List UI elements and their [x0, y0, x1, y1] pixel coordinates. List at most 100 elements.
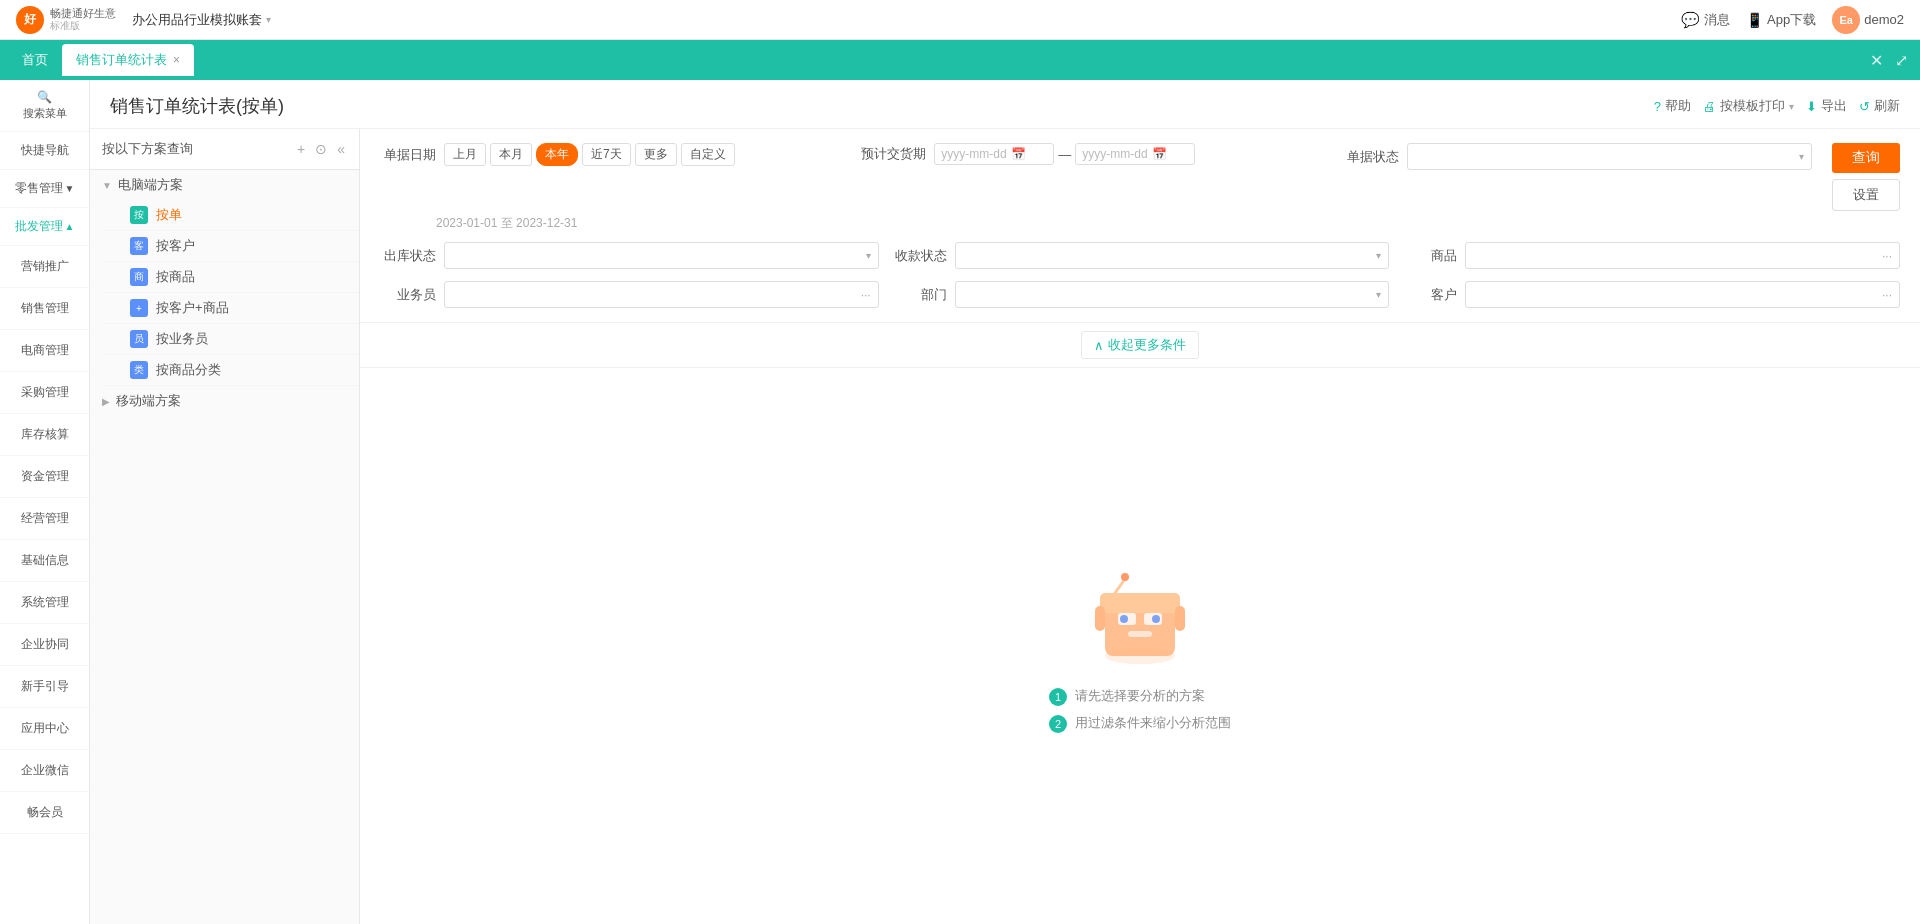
- date-more-btn[interactable]: 更多: [635, 143, 677, 166]
- svg-point-5: [1120, 615, 1128, 623]
- svg-rect-7: [1128, 631, 1152, 637]
- content-area: 销售订单统计表(按单) ? 帮助 🖨 按模板打印 ▾ ⬇ 导出 ↺ 刷新: [90, 80, 1920, 924]
- sidebar-item-appcenter[interactable]: 应用中心: [0, 708, 89, 750]
- sidebar-item-marketing[interactable]: 营销推广: [0, 246, 89, 288]
- customer-label: 客户: [1401, 286, 1457, 304]
- query-button[interactable]: 查询: [1832, 143, 1900, 173]
- main-layout: 🔍 搜索菜单 快捷导航 零售管理 ▼ 批发管理 ▲ 营销推广 销售管理 电商管理…: [0, 80, 1920, 924]
- logo-area: 好 畅捷通好生意 标准版: [16, 6, 116, 34]
- print-chevron-icon: ▾: [1789, 101, 1794, 112]
- filter-row-2: 出库状态 ▾ 收款状态: [380, 242, 1900, 269]
- sidebar-item-operations[interactable]: 经营管理: [0, 498, 89, 540]
- message-button[interactable]: 💬 消息: [1681, 11, 1730, 29]
- nav-window-actions: ✕ ⤢: [1866, 47, 1912, 74]
- settings-button[interactable]: 设置: [1832, 179, 1900, 211]
- selector-chevron-icon: ▾: [266, 14, 271, 25]
- goods-more-icon[interactable]: ···: [1882, 249, 1892, 263]
- wholesale-arrow-icon: ▲: [65, 221, 75, 232]
- sidebar-item-member[interactable]: 畅会员: [0, 792, 89, 834]
- svg-point-6: [1152, 615, 1160, 623]
- salesperson-more-icon[interactable]: ···: [861, 288, 871, 302]
- avatar: Ea: [1832, 6, 1860, 34]
- app-download-button[interactable]: 📱 App下载: [1746, 11, 1816, 29]
- window-close-button[interactable]: ✕: [1866, 47, 1887, 74]
- receipt-status-label: 收款状态: [891, 247, 947, 265]
- sidebar-item-system[interactable]: 系统管理: [0, 582, 89, 624]
- customer-more-icon[interactable]: ···: [1882, 288, 1892, 302]
- scheme-settings-button[interactable]: ⊙: [313, 139, 329, 159]
- sidebar-item-basic[interactable]: 基础信息: [0, 540, 89, 582]
- scheme-item-by-product[interactable]: 商 按商品: [102, 262, 359, 293]
- doc-status-select[interactable]: [1407, 143, 1812, 170]
- svg-rect-9: [1175, 606, 1185, 631]
- sidebar-item-finance[interactable]: 资金管理: [0, 456, 89, 498]
- sidebar-item-quick-nav[interactable]: 快捷导航: [0, 132, 89, 170]
- date-this-month-btn[interactable]: 本月: [490, 143, 532, 166]
- top-bar: 好 畅捷通好生意 标准版 办公用品行业模拟账套 ▾ 💬 消息 📱 App下载 E…: [0, 0, 1920, 40]
- sidebar-item-sales[interactable]: 销售管理: [0, 288, 89, 330]
- window-maximize-button[interactable]: ⤢: [1891, 47, 1912, 74]
- sidebar-item-enterprise[interactable]: 企业协同: [0, 624, 89, 666]
- salesperson-input-wrapper: ···: [444, 281, 879, 308]
- desktop-scheme-children: 按 按单 客 按客户 商 按商品: [90, 200, 359, 386]
- add-scheme-button[interactable]: +: [295, 139, 307, 159]
- date-custom-btn[interactable]: 自定义: [681, 143, 735, 166]
- scheme-item-by-customer-product[interactable]: + 按客户+商品: [102, 293, 359, 324]
- salesperson-input[interactable]: [444, 281, 879, 308]
- scheme-icon-by-product: 商: [130, 268, 148, 286]
- sidebar-item-onboarding[interactable]: 新手引导: [0, 666, 89, 708]
- empty-illustration: [1080, 551, 1200, 671]
- sidebar-item-ecommerce[interactable]: 电商管理: [0, 330, 89, 372]
- date-7days-btn[interactable]: 近7天: [582, 143, 631, 166]
- scheme-item-by-category[interactable]: 类 按商品分类: [102, 355, 359, 386]
- department-select[interactable]: [955, 281, 1390, 308]
- sidebar-item-inventory[interactable]: 库存核算: [0, 414, 89, 456]
- mobile-group-arrow-icon: ▶: [102, 396, 110, 407]
- receipt-status-select[interactable]: [955, 242, 1390, 269]
- collapse-icon: ∧: [1094, 338, 1104, 353]
- expected-date-label: 预计交货期: [861, 145, 926, 163]
- scheme-item-by-customer[interactable]: 客 按客户: [102, 231, 359, 262]
- tab-close-icon[interactable]: ×: [173, 53, 180, 67]
- sidebar-search[interactable]: 🔍 搜索菜单: [0, 80, 89, 132]
- doc-status-label: 单据状态: [1343, 148, 1399, 166]
- expected-date-end-input[interactable]: yyyy-mm-dd 📅: [1075, 143, 1195, 165]
- filter-panel: 单据日期 上月 本月 本年 近7天 更多 自定义 预计交货期: [360, 129, 1920, 323]
- template-print-button[interactable]: 🖨 按模板打印 ▾: [1703, 97, 1794, 115]
- sidebar-item-wechat[interactable]: 企业微信: [0, 750, 89, 792]
- mobile-scheme-group[interactable]: ▶ 移动端方案: [90, 386, 359, 416]
- goods-input[interactable]: [1465, 242, 1900, 269]
- sidebar-item-retail[interactable]: 零售管理 ▼: [0, 170, 89, 208]
- refresh-button[interactable]: ↺ 刷新: [1859, 97, 1900, 115]
- export-button[interactable]: ⬇ 导出: [1806, 97, 1847, 115]
- left-panel: 按以下方案查询 + ⊙ « ▼ 电脑端方案 按: [90, 129, 360, 924]
- scheme-icon-by-customer-product: +: [130, 299, 148, 317]
- doc-status-select-wrapper: ▾: [1407, 143, 1812, 170]
- empty-hint-2: 2 用过滤条件来缩小分析范围: [1049, 714, 1231, 733]
- nav-tabs: 首页 销售订单统计表 × ✕ ⤢: [0, 40, 1920, 80]
- date-this-year-btn[interactable]: 本年: [536, 143, 578, 166]
- sidebar-item-wholesale[interactable]: 批发管理 ▲: [0, 208, 89, 246]
- sidebar-item-purchase[interactable]: 采购管理: [0, 372, 89, 414]
- expected-date-start-input[interactable]: yyyy-mm-dd 📅: [934, 143, 1054, 165]
- department-label: 部门: [891, 286, 947, 304]
- left-panel-header: 按以下方案查询 + ⊙ «: [90, 129, 359, 170]
- user-profile[interactable]: Ea demo2: [1832, 6, 1904, 34]
- collapse-button[interactable]: ∧ 收起更多条件: [1081, 331, 1199, 359]
- tab-home[interactable]: 首页: [8, 44, 62, 76]
- tab-sales-order-stats[interactable]: 销售订单统计表 ×: [62, 44, 194, 76]
- app-selector[interactable]: 办公用品行业模拟账套 ▾: [124, 11, 279, 29]
- download-icon: 📱: [1746, 12, 1763, 28]
- date-prev-month-btn[interactable]: 上月: [444, 143, 486, 166]
- customer-input[interactable]: [1465, 281, 1900, 308]
- search-icon: 🔍: [37, 90, 52, 104]
- desktop-scheme-group[interactable]: ▼ 电脑端方案: [90, 170, 359, 200]
- scheme-icon-by-salesperson: 员: [130, 330, 148, 348]
- scheme-icon-by-customer: 客: [130, 237, 148, 255]
- scheme-item-by-salesperson[interactable]: 员 按业务员: [102, 324, 359, 355]
- export-icon: ⬇: [1806, 99, 1817, 114]
- panel-collapse-button[interactable]: «: [335, 139, 347, 159]
- help-button[interactable]: ? 帮助: [1654, 97, 1691, 115]
- shipment-status-select[interactable]: [444, 242, 879, 269]
- scheme-item-by-order[interactable]: 按 按单: [102, 200, 359, 231]
